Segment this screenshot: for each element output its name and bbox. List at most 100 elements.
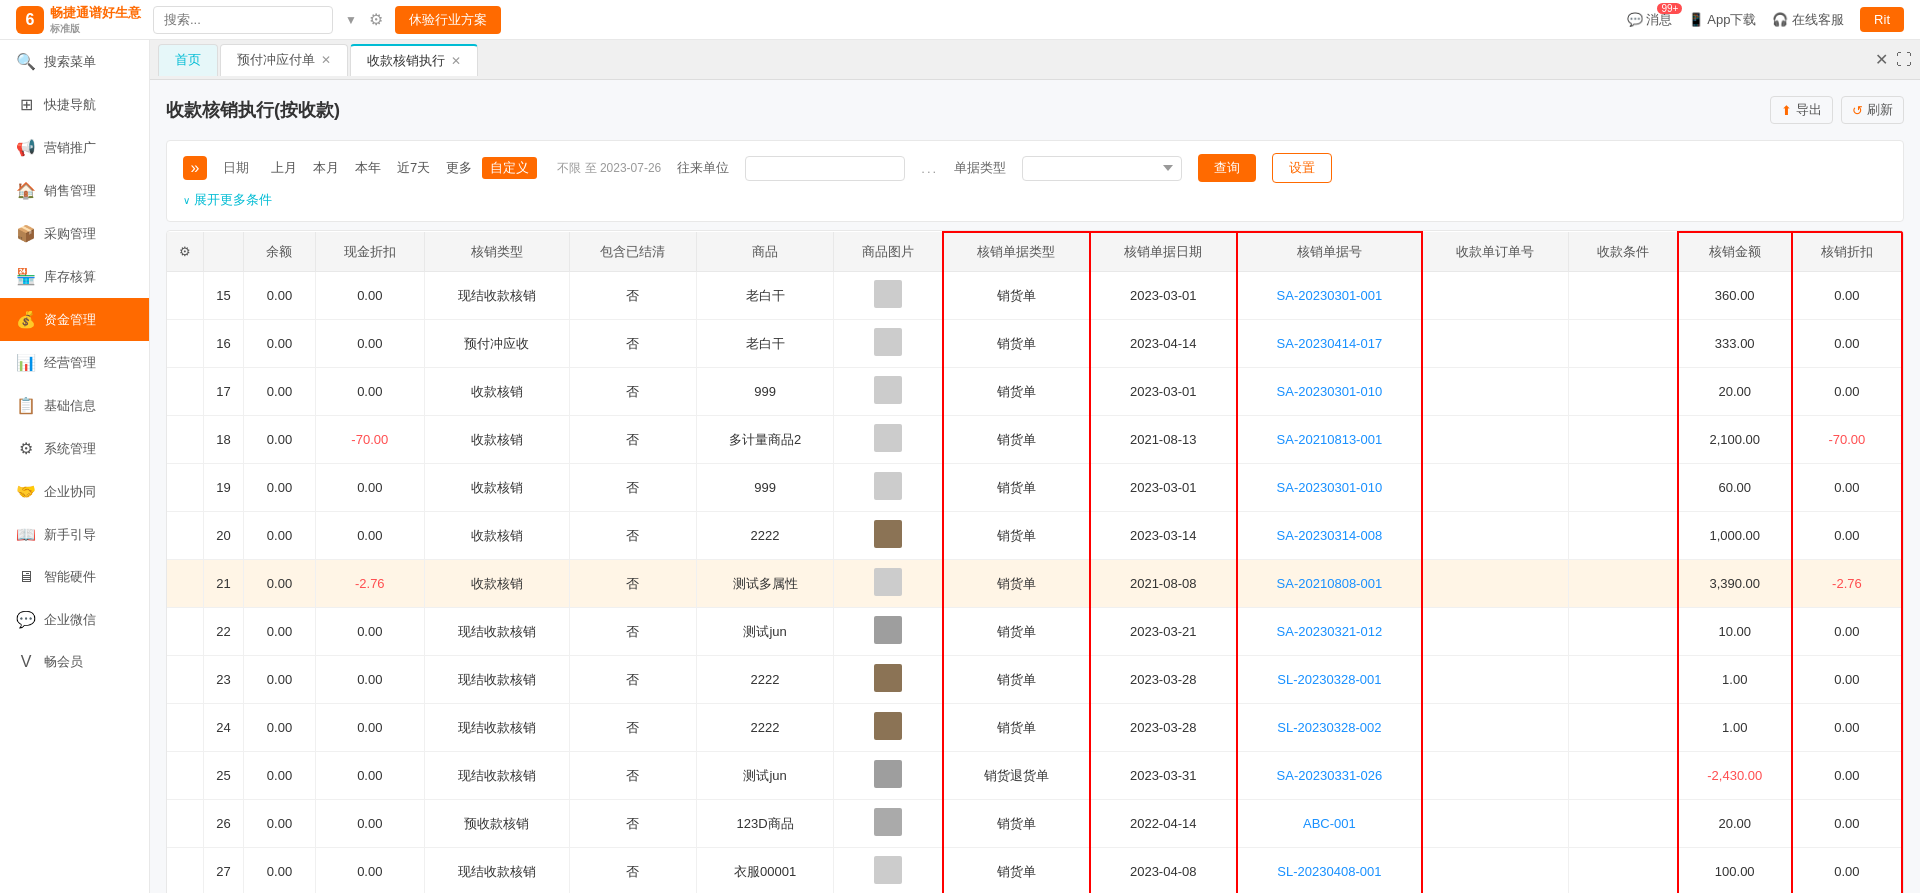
tab-receipt[interactable]: 收款核销执行 ✕ bbox=[350, 44, 478, 76]
tab-home[interactable]: 首页 bbox=[158, 44, 218, 76]
sidebar-item-corp[interactable]: 🤝 企业协同 bbox=[0, 470, 149, 513]
partner-input[interactable] bbox=[745, 156, 905, 181]
sidebar-item-inventory[interactable]: 🏪 库存核算 bbox=[0, 255, 149, 298]
sidebar-label-baseinfo: 基础信息 bbox=[44, 397, 96, 415]
sidebar-item-baseinfo[interactable]: 📋 基础信息 bbox=[0, 384, 149, 427]
table-row: 27 0.00 0.00 现结收款核销 否 衣服00001 销货单 2023-0… bbox=[167, 848, 1902, 894]
td-receipt-cond bbox=[1568, 608, 1677, 656]
table-header-row: ⚙ 余额 现金折扣 核销类型 包含已结清 商品 商品图片 核销单据类型 核销单据… bbox=[167, 232, 1902, 272]
td-amount: 360.00 bbox=[1678, 272, 1792, 320]
product-image bbox=[874, 376, 902, 404]
online-service-link[interactable]: 🎧 在线客服 bbox=[1772, 11, 1844, 29]
date-custom-btn[interactable]: 自定义 bbox=[482, 157, 537, 179]
gear-sidebar-icon: ⚙ bbox=[16, 439, 36, 458]
td-type: 预付冲应收 bbox=[424, 320, 569, 368]
date-range: 不限 至 2023-07-26 bbox=[557, 160, 661, 177]
date-lastmonth-btn[interactable]: 上月 bbox=[265, 157, 303, 179]
refresh-btn[interactable]: ↺ 刷新 bbox=[1841, 96, 1904, 124]
top-search-input[interactable] bbox=[153, 6, 333, 34]
product-image bbox=[874, 520, 902, 548]
notification-btn[interactable]: 💬 消息 99+ bbox=[1627, 11, 1673, 29]
td-balance: 0.00 bbox=[244, 704, 316, 752]
sidebar-label-hardware: 智能硬件 bbox=[44, 568, 96, 586]
th-settings[interactable]: ⚙ bbox=[167, 232, 204, 272]
filter-collapse-btn[interactable]: » bbox=[183, 156, 207, 180]
industry-btn[interactable]: 休验行业方案 bbox=[395, 6, 501, 34]
td-amount: 1.00 bbox=[1678, 656, 1792, 704]
tab-close-all-btn[interactable]: ✕ bbox=[1875, 50, 1888, 69]
query-btn[interactable]: 查询 bbox=[1198, 154, 1256, 182]
sidebar-label-purchase: 采购管理 bbox=[44, 225, 96, 243]
table-row: 25 0.00 0.00 现结收款核销 否 测试jun 销货退货单 2023-0… bbox=[167, 752, 1902, 800]
td-balance: 0.00 bbox=[244, 320, 316, 368]
date-7days-btn[interactable]: 近7天 bbox=[391, 157, 436, 179]
td-amount: -2,430.00 bbox=[1678, 752, 1792, 800]
voucher-type-select[interactable] bbox=[1022, 156, 1182, 181]
td-voucher-no: SA-20230414-017 bbox=[1237, 320, 1423, 368]
app-download-link[interactable]: 📱 App下载 bbox=[1688, 11, 1756, 29]
tab-receipt-close[interactable]: ✕ bbox=[451, 54, 461, 68]
table-body: 15 0.00 0.00 现结收款核销 否 老白干 销货单 2023-03-01… bbox=[167, 272, 1902, 894]
page-content: 收款核销执行(按收款) ⬆ 导出 ↺ 刷新 » bbox=[150, 80, 1920, 893]
td-amount: 1,000.00 bbox=[1678, 512, 1792, 560]
td-voucher-no: SA-20230301-010 bbox=[1237, 464, 1423, 512]
sidebar-item-purchase[interactable]: 📦 采购管理 bbox=[0, 212, 149, 255]
expand-btn[interactable]: ∨ 展开更多条件 bbox=[183, 191, 1887, 209]
td-voucher-no: SL-20230328-002 bbox=[1237, 704, 1423, 752]
sidebar-item-search[interactable]: 🔍 搜索菜单 bbox=[0, 40, 149, 83]
sidebar-item-hardware[interactable]: 🖥 智能硬件 bbox=[0, 556, 149, 598]
td-cash-disc: 0.00 bbox=[315, 752, 424, 800]
td-type: 现结收款核销 bbox=[424, 752, 569, 800]
rit-btn[interactable]: Rit bbox=[1860, 7, 1904, 32]
tab-prepay-close[interactable]: ✕ bbox=[321, 53, 331, 67]
date-thismonth-btn[interactable]: 本月 bbox=[307, 157, 345, 179]
sidebar-item-sales[interactable]: 🏠 销售管理 bbox=[0, 169, 149, 212]
td-voucher-type: 销货单 bbox=[943, 656, 1090, 704]
td-goods-img bbox=[834, 800, 943, 848]
sidebar-item-marketing[interactable]: 📢 营销推广 bbox=[0, 126, 149, 169]
td-goods: 测试jun bbox=[696, 752, 833, 800]
sidebar-item-business[interactable]: 📊 经营管理 bbox=[0, 341, 149, 384]
sidebar-item-guide[interactable]: 📖 新手引导 bbox=[0, 513, 149, 556]
tab-fullscreen-btn[interactable]: ⛶ bbox=[1896, 50, 1912, 69]
td-goods: 衣服00001 bbox=[696, 848, 833, 894]
settings-icon[interactable]: ⚙ bbox=[369, 10, 383, 29]
handshake-icon: 🤝 bbox=[16, 482, 36, 501]
th-cash-disc: 现金折扣 bbox=[315, 232, 424, 272]
tab-prepay[interactable]: 预付冲应付单 ✕ bbox=[220, 44, 348, 76]
date-btns: 上月 本月 本年 近7天 更多 自定义 bbox=[265, 157, 537, 179]
td-type: 现结收款核销 bbox=[424, 272, 569, 320]
setting-btn[interactable]: 设置 bbox=[1272, 153, 1332, 183]
top-right-actions: 💬 消息 99+ 📱 App下载 🎧 在线客服 Rit bbox=[1627, 7, 1904, 32]
table-row: 24 0.00 0.00 现结收款核销 否 2222 销货单 2023-03-2… bbox=[167, 704, 1902, 752]
td-goods: 老白干 bbox=[696, 272, 833, 320]
th-voucher-date: 核销单据日期 bbox=[1090, 232, 1237, 272]
sidebar-label-marketing: 营销推广 bbox=[44, 139, 96, 157]
td-goods-img bbox=[834, 848, 943, 894]
sidebar-item-system[interactable]: ⚙ 系统管理 bbox=[0, 427, 149, 470]
grid-icon: ⊞ bbox=[16, 95, 36, 114]
td-cash-disc: 0.00 bbox=[315, 464, 424, 512]
sidebar-item-member[interactable]: V 畅会员 bbox=[0, 641, 149, 683]
td-goods: 999 bbox=[696, 464, 833, 512]
td-settings bbox=[167, 608, 204, 656]
export-btn[interactable]: ⬆ 导出 bbox=[1770, 96, 1833, 124]
td-included: 否 bbox=[569, 704, 696, 752]
title-actions: ⬆ 导出 ↺ 刷新 bbox=[1770, 96, 1904, 124]
td-voucher-no: SA-20230301-010 bbox=[1237, 368, 1423, 416]
sidebar-item-quicknav[interactable]: ⊞ 快捷导航 bbox=[0, 83, 149, 126]
sidebar-label-wechat: 企业微信 bbox=[44, 611, 96, 629]
td-num: 26 bbox=[204, 800, 244, 848]
sidebar-item-wechat[interactable]: 💬 企业微信 bbox=[0, 598, 149, 641]
td-included: 否 bbox=[569, 608, 696, 656]
td-voucher-no: SA-20230314-008 bbox=[1237, 512, 1423, 560]
td-voucher-date: 2023-04-08 bbox=[1090, 848, 1237, 894]
sidebar-item-fund[interactable]: 💰 资金管理 bbox=[0, 298, 149, 341]
date-thisyear-btn[interactable]: 本年 bbox=[349, 157, 387, 179]
date-more-btn[interactable]: 更多 bbox=[440, 157, 478, 179]
td-voucher-date: 2023-03-28 bbox=[1090, 704, 1237, 752]
logo-icon: 6 bbox=[16, 6, 44, 34]
table-row: 18 0.00 -70.00 收款核销 否 多计量商品2 销货单 2021-08… bbox=[167, 416, 1902, 464]
td-voucher-type: 销货单 bbox=[943, 560, 1090, 608]
td-num: 17 bbox=[204, 368, 244, 416]
